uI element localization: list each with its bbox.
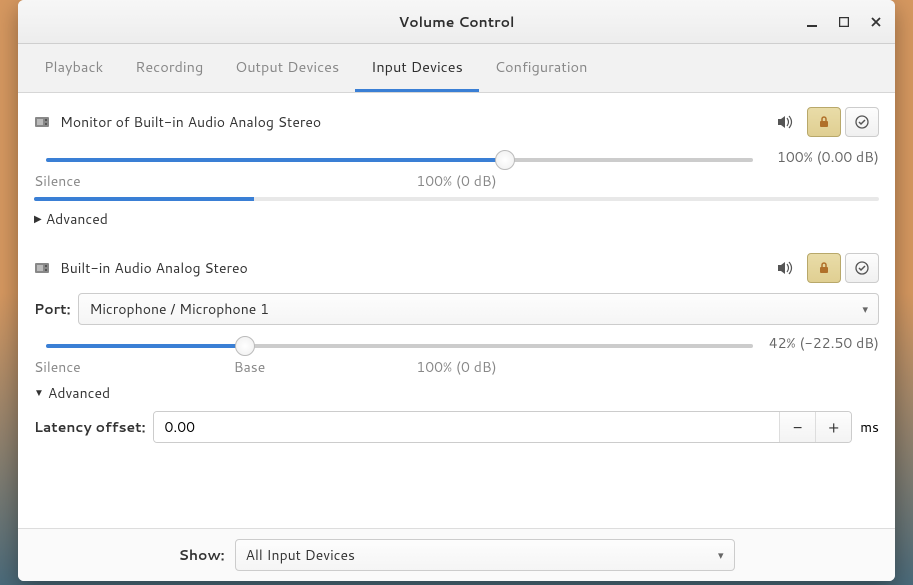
minimize-button[interactable] xyxy=(799,9,825,35)
window-title: Volume Control xyxy=(399,12,515,32)
advanced-label: Advanced xyxy=(48,383,110,403)
device-monitor: Monitor of Built-in Audio Analog Stereo xyxy=(34,107,879,229)
port-value: Microphone / Microphone 1 xyxy=(89,299,269,319)
tab-bar: Playback Recording Output Devices Input … xyxy=(18,44,895,93)
content-area: Monitor of Built-in Audio Analog Stereo xyxy=(18,93,895,528)
port-select[interactable]: Microphone / Microphone 1 xyxy=(78,293,879,325)
titlebar: Volume Control xyxy=(18,0,895,44)
soundcard-icon xyxy=(34,114,50,130)
footer: Show: All Input Devices xyxy=(18,528,895,581)
latency-row: Latency offset: − + ms xyxy=(34,411,879,443)
chevron-down-icon: ▼ xyxy=(34,386,44,400)
minimize-icon xyxy=(806,16,818,28)
lock-channels-button[interactable] xyxy=(807,253,841,283)
port-label: Port: xyxy=(34,299,70,319)
check-circle-icon xyxy=(855,115,869,129)
device-header: Built-in Audio Analog Stereo xyxy=(34,253,879,283)
volume-readout: 42% (-22.50 dB) xyxy=(769,333,879,353)
close-button[interactable] xyxy=(863,9,889,35)
set-default-button[interactable] xyxy=(845,253,879,283)
tick-silence: Silence xyxy=(34,357,81,377)
latency-decrement-button[interactable]: − xyxy=(779,412,815,442)
latency-input[interactable] xyxy=(154,412,779,442)
latency-unit: ms xyxy=(860,417,879,437)
volume-slider[interactable] xyxy=(46,344,753,348)
show-label: Show: xyxy=(178,545,224,565)
speaker-icon xyxy=(777,261,795,275)
slider-ticks: Silence Base 100% (0 dB) xyxy=(34,357,879,377)
lock-channels-button[interactable] xyxy=(807,107,841,137)
close-icon xyxy=(870,16,882,28)
soundcard-icon xyxy=(34,260,50,276)
slider-ticks: Silence 100% (0 dB) xyxy=(34,171,879,191)
device-name: Monitor of Built-in Audio Analog Stereo xyxy=(60,112,759,132)
window-controls xyxy=(799,0,889,43)
latency-label: Latency offset: xyxy=(34,417,145,437)
set-default-button[interactable] xyxy=(845,107,879,137)
tick-100: 100% (0 dB) xyxy=(416,357,496,377)
speaker-icon xyxy=(777,115,795,129)
latency-increment-button[interactable]: + xyxy=(815,412,851,442)
tick-base: Base xyxy=(234,357,266,377)
vu-fill xyxy=(34,197,254,201)
maximize-button[interactable] xyxy=(831,9,857,35)
show-select[interactable]: All Input Devices xyxy=(235,539,735,571)
volume-readout: 100% (0.00 dB) xyxy=(769,147,879,167)
advanced-toggle[interactable]: ▶ Advanced xyxy=(34,209,879,229)
advanced-label: Advanced xyxy=(46,209,108,229)
show-value: All Input Devices xyxy=(246,545,355,565)
maximize-icon xyxy=(839,17,849,27)
device-header: Monitor of Built-in Audio Analog Stereo xyxy=(34,107,879,137)
mute-button[interactable] xyxy=(769,107,803,137)
mute-button[interactable] xyxy=(769,253,803,283)
chevron-right-icon: ▶ xyxy=(34,212,42,226)
device-builtin: Built-in Audio Analog Stereo Port: M xyxy=(34,253,879,443)
latency-spinbox: − + xyxy=(153,411,852,443)
volume-control-window: Volume Control Playback Recording Output… xyxy=(18,0,895,581)
tick-silence: Silence xyxy=(34,171,81,191)
tab-output-devices[interactable]: Output Devices xyxy=(219,44,355,92)
volume-slider[interactable] xyxy=(46,158,753,162)
tab-playback[interactable]: Playback xyxy=(28,44,119,92)
device-name: Built-in Audio Analog Stereo xyxy=(60,258,759,278)
lock-icon xyxy=(817,261,831,275)
tick-100: 100% (0 dB) xyxy=(416,171,496,191)
tab-input-devices[interactable]: Input Devices xyxy=(355,44,479,92)
advanced-toggle[interactable]: ▼ Advanced xyxy=(34,383,879,403)
lock-icon xyxy=(817,115,831,129)
vu-meter xyxy=(34,197,879,201)
check-circle-icon xyxy=(855,261,869,275)
tab-configuration[interactable]: Configuration xyxy=(479,44,604,92)
tab-recording[interactable]: Recording xyxy=(119,44,219,92)
